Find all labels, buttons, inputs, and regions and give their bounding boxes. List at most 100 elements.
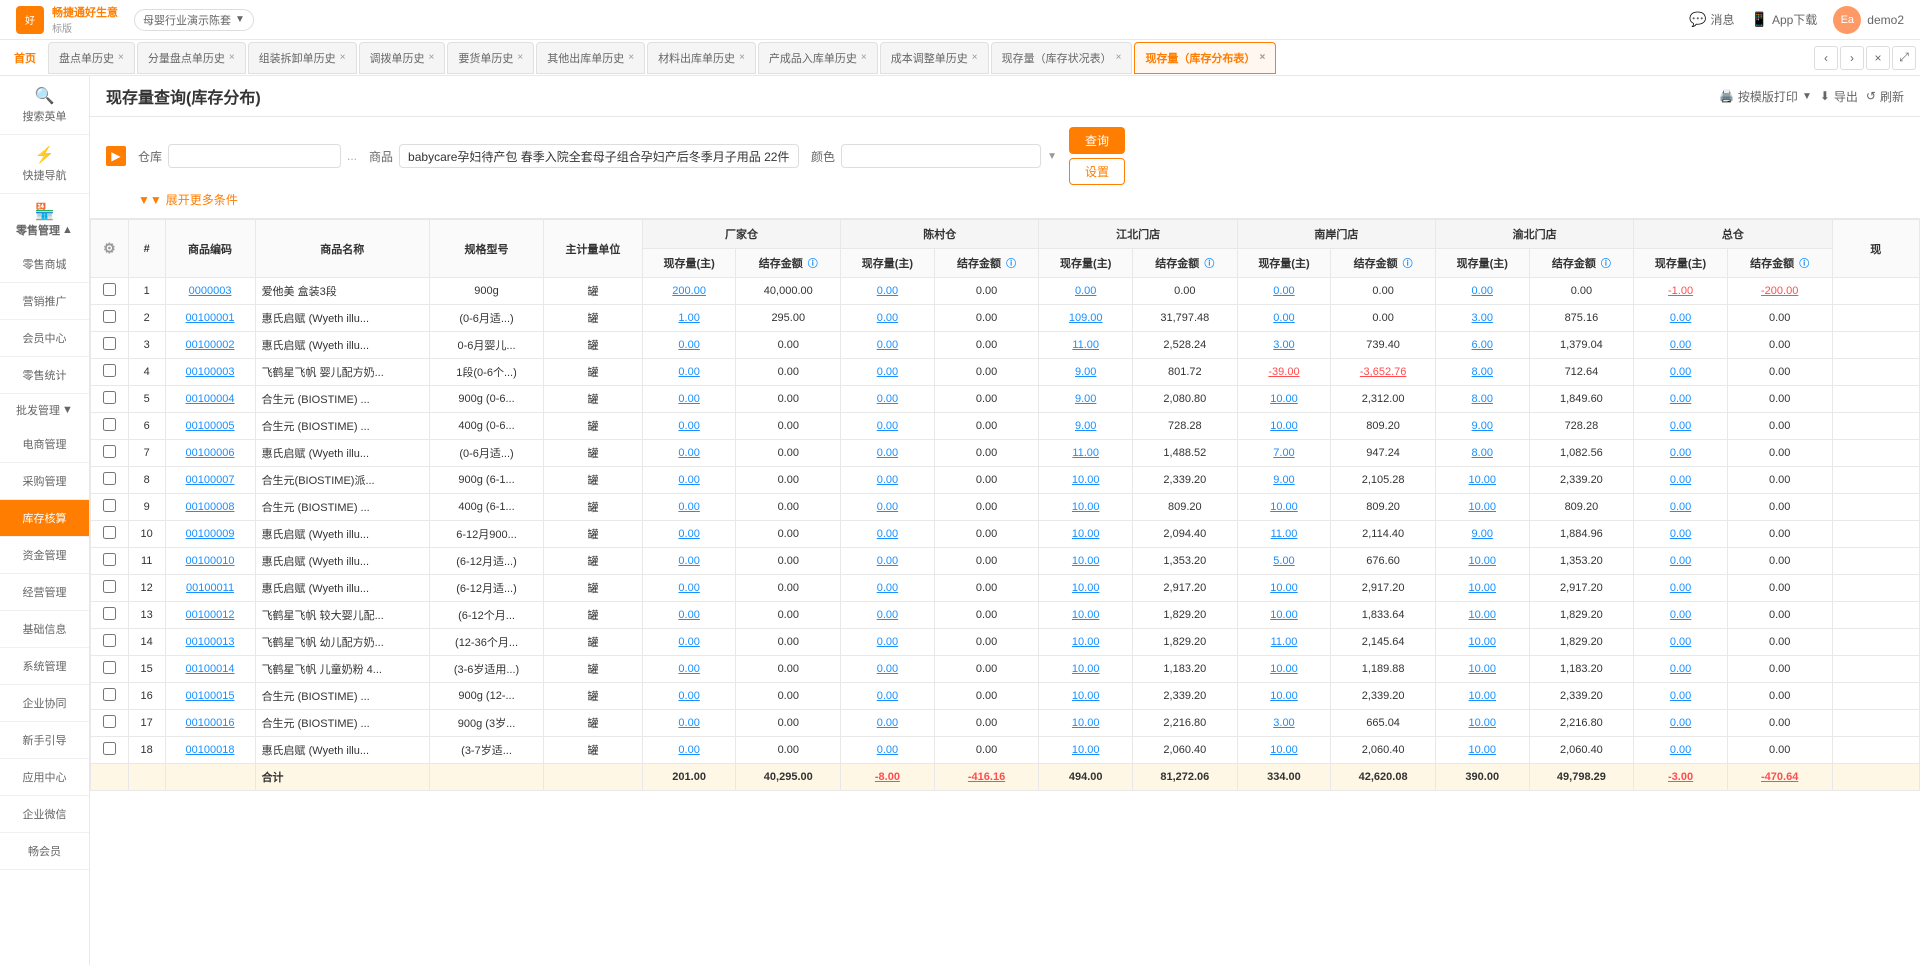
row-w4-qty[interactable]: 10.00	[1237, 413, 1331, 440]
tab-transfer[interactable]: 调拨单历史 ×	[359, 42, 446, 74]
sidebar-item-member[interactable]: 会员中心	[0, 320, 89, 357]
row-w3-qty[interactable]: 9.00	[1039, 386, 1133, 413]
row-w5-qty[interactable]: 6.00	[1436, 332, 1530, 359]
message-btn[interactable]: 💬 消息	[1689, 11, 1734, 28]
tab-stock-status[interactable]: 现存量（库存状况表） ×	[991, 42, 1133, 74]
row-w4-qty[interactable]: 10.00	[1237, 683, 1331, 710]
row-w4-qty[interactable]: 5.00	[1237, 548, 1331, 575]
row-w3-qty[interactable]: 9.00	[1039, 359, 1133, 386]
close-tab-product-in[interactable]: ×	[861, 52, 867, 63]
tab-home[interactable]: 首页	[4, 42, 46, 74]
row-w3-qty[interactable]: 10.00	[1039, 548, 1133, 575]
row-check[interactable]	[91, 440, 129, 467]
row-w1-qty[interactable]: 1.00	[642, 305, 736, 332]
app-download-btn[interactable]: 📱 App下载	[1751, 11, 1818, 28]
row-wt-qty[interactable]: 0.00	[1634, 629, 1728, 656]
row-w3-qty[interactable]: 10.00	[1039, 710, 1133, 737]
row-code[interactable]: 00100008	[165, 494, 255, 521]
row-w1-qty[interactable]: 0.00	[642, 656, 736, 683]
row-w1-qty[interactable]: 0.00	[642, 332, 736, 359]
sidebar-item-basic[interactable]: 基础信息	[0, 611, 89, 648]
row-w5-qty[interactable]: 10.00	[1436, 629, 1530, 656]
row-w5-qty[interactable]: 3.00	[1436, 305, 1530, 332]
industry-selector[interactable]: 母婴行业演示陈套 ▼	[134, 9, 254, 31]
row-code[interactable]: 00100013	[165, 629, 255, 656]
row-code[interactable]: 00100014	[165, 656, 255, 683]
row-w4-qty[interactable]: 3.00	[1237, 332, 1331, 359]
row-w4-qty[interactable]: 10.00	[1237, 494, 1331, 521]
row-w2-qty[interactable]: 0.00	[841, 629, 935, 656]
row-w2-qty[interactable]: 0.00	[841, 683, 935, 710]
print-btn[interactable]: 🖨️ 按模版打印 ▼	[1719, 88, 1812, 105]
row-wt-qty[interactable]: 0.00	[1634, 332, 1728, 359]
row-w3-qty[interactable]: 11.00	[1039, 332, 1133, 359]
row-w4-qty[interactable]: 10.00	[1237, 575, 1331, 602]
row-w1-qty[interactable]: 0.00	[642, 737, 736, 764]
sidebar-item-quick[interactable]: ⚡ 快捷导航	[0, 135, 89, 194]
row-w5-qty[interactable]: 10.00	[1436, 602, 1530, 629]
row-w2-qty[interactable]: 0.00	[841, 575, 935, 602]
row-wt-qty[interactable]: 0.00	[1634, 737, 1728, 764]
tab-other-out[interactable]: 其他出库单历史 ×	[536, 42, 645, 74]
row-w4-qty[interactable]: -39.00	[1237, 359, 1331, 386]
row-wt-qty[interactable]: 0.00	[1634, 467, 1728, 494]
sidebar-item-finance[interactable]: 资金管理	[0, 537, 89, 574]
row-w3-qty[interactable]: 10.00	[1039, 602, 1133, 629]
row-check[interactable]	[91, 359, 129, 386]
row-w4-qty[interactable]: 11.00	[1237, 629, 1331, 656]
row-w5-qty[interactable]: 10.00	[1436, 467, 1530, 494]
close-tab-order-single[interactable]: ×	[517, 52, 523, 63]
row-wt-qty[interactable]: 0.00	[1634, 602, 1728, 629]
close-tab-stock-status[interactable]: ×	[1116, 52, 1122, 63]
row-w3-qty[interactable]: 10.00	[1039, 467, 1133, 494]
settings-btn[interactable]: 设置	[1069, 158, 1125, 185]
row-check[interactable]	[91, 602, 129, 629]
row-wt-qty[interactable]: 0.00	[1634, 683, 1728, 710]
sidebar-item-retail[interactable]: 🏪 零售管理 ▲	[0, 194, 89, 246]
w1-info-icon[interactable]: ⓘ	[808, 259, 818, 270]
row-w3-qty[interactable]: 10.00	[1039, 521, 1133, 548]
row-w2-qty[interactable]: 0.00	[841, 440, 935, 467]
row-wt-qty[interactable]: 0.00	[1634, 575, 1728, 602]
search-btn[interactable]: 查询	[1069, 127, 1125, 154]
color-dropdown-icon[interactable]: ▼	[1047, 151, 1057, 162]
row-w4-qty[interactable]: 0.00	[1237, 305, 1331, 332]
sidebar-item-purchase[interactable]: 采购管理	[0, 463, 89, 500]
sidebar-item-system[interactable]: 系统管理	[0, 648, 89, 685]
w3-info-icon[interactable]: ⓘ	[1204, 259, 1214, 270]
row-code[interactable]: 00100005	[165, 413, 255, 440]
tab-order-single[interactable]: 要货单历史 ×	[447, 42, 534, 74]
row-w3-qty[interactable]: 109.00	[1039, 305, 1133, 332]
row-code[interactable]: 00100009	[165, 521, 255, 548]
row-w1-qty[interactable]: 0.00	[642, 710, 736, 737]
w4-info-icon[interactable]: ⓘ	[1403, 259, 1413, 270]
row-w5-qty[interactable]: 8.00	[1436, 386, 1530, 413]
sidebar-item-guide[interactable]: 新手引导	[0, 722, 89, 759]
row-w2-qty[interactable]: 0.00	[841, 656, 935, 683]
row-w2-qty[interactable]: 0.00	[841, 305, 935, 332]
row-code[interactable]: 00100016	[165, 710, 255, 737]
sidebar-item-retail-stat[interactable]: 零售统计	[0, 357, 89, 394]
close-tab-transfer[interactable]: ×	[429, 52, 435, 63]
tab-expand-btn[interactable]: ⤢	[1892, 46, 1916, 70]
row-wt-qty[interactable]: 0.00	[1634, 359, 1728, 386]
row-w2-qty[interactable]: 0.00	[841, 710, 935, 737]
row-w4-qty[interactable]: 7.00	[1237, 440, 1331, 467]
row-w2-qty[interactable]: 0.00	[841, 467, 935, 494]
sidebar-item-operations[interactable]: 经营管理	[0, 574, 89, 611]
row-check[interactable]	[91, 683, 129, 710]
row-w5-qty[interactable]: 10.00	[1436, 737, 1530, 764]
color-input[interactable]	[841, 144, 1041, 168]
sidebar-item-ecommerce[interactable]: 电商管理	[0, 426, 89, 463]
sidebar-item-enterprise[interactable]: 企业协同	[0, 685, 89, 722]
row-w2-qty[interactable]: 0.00	[841, 521, 935, 548]
row-wt-qty[interactable]: 0.00	[1634, 521, 1728, 548]
close-tab-stock-dist[interactable]: ×	[1259, 52, 1265, 63]
tab-prev-btn[interactable]: ‹	[1814, 46, 1838, 70]
close-tab-material-out[interactable]: ×	[739, 52, 745, 63]
row-w4-qty[interactable]: 10.00	[1237, 656, 1331, 683]
row-check[interactable]	[91, 521, 129, 548]
row-code[interactable]: 00100001	[165, 305, 255, 332]
sidebar-item-marketing[interactable]: 营销推广	[0, 283, 89, 320]
row-w5-qty[interactable]: 8.00	[1436, 440, 1530, 467]
